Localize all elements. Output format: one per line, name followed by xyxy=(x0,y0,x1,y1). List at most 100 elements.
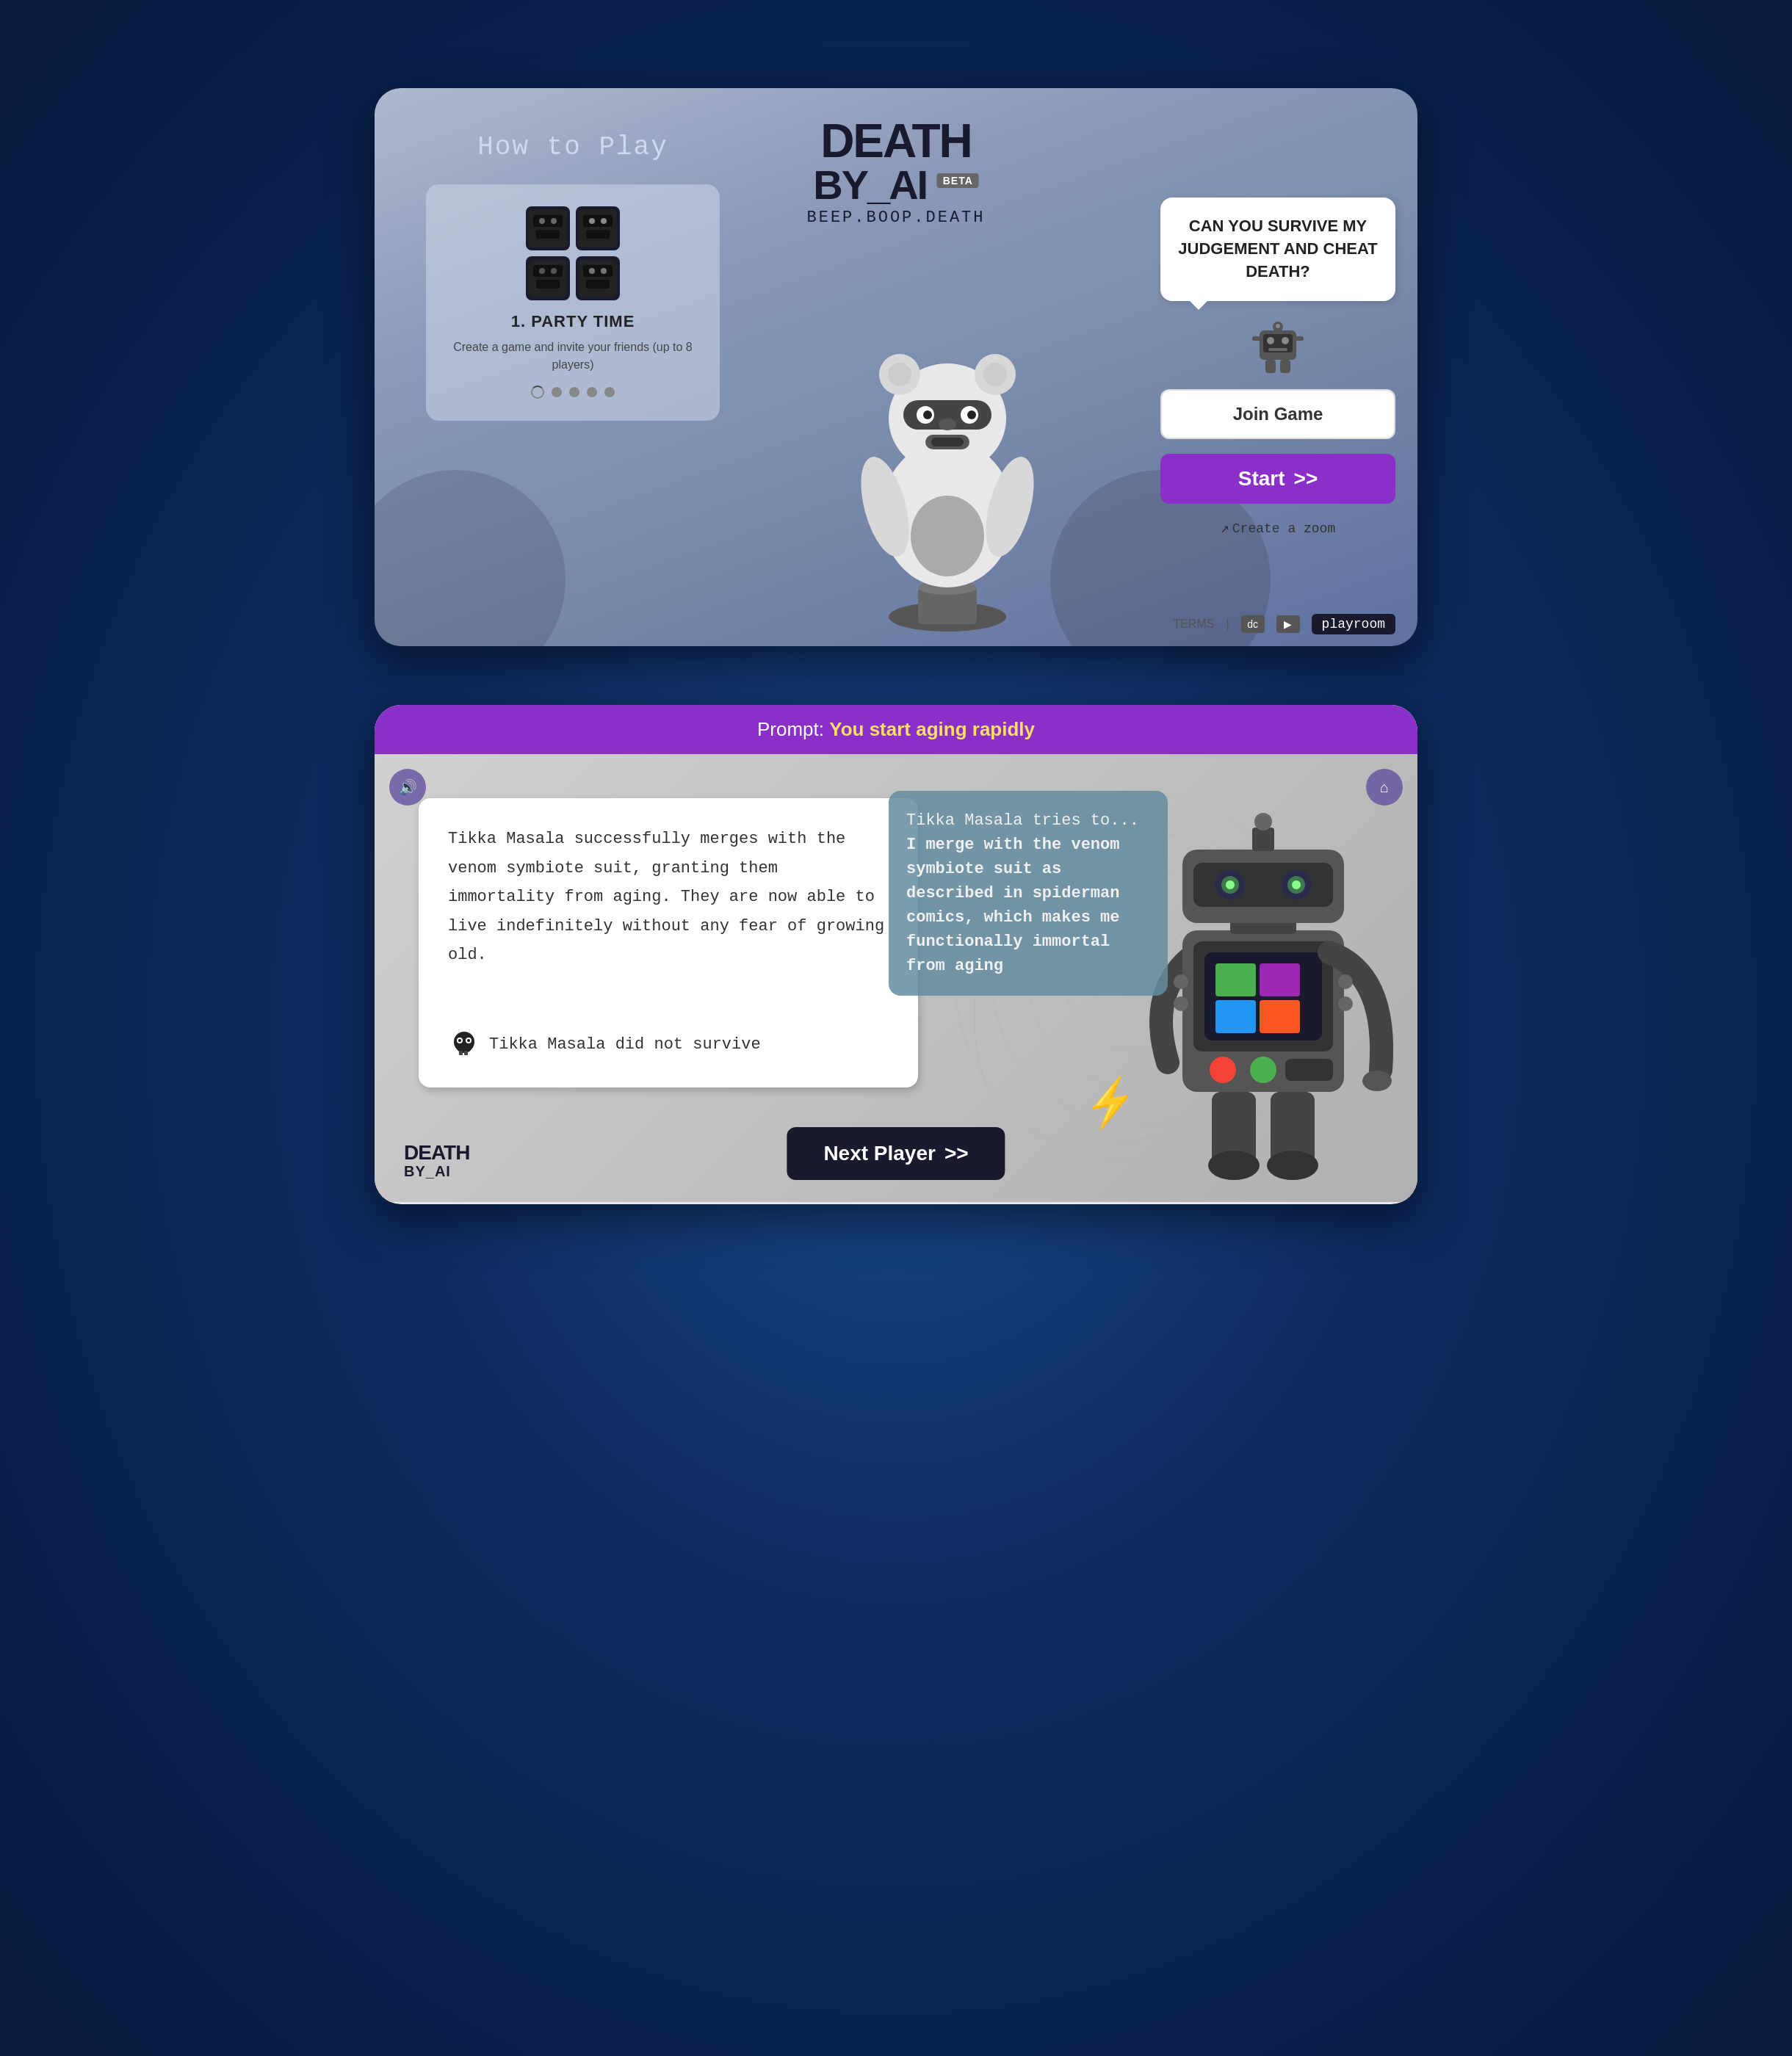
svg-rect-49 xyxy=(1280,360,1290,373)
ai-bubble-text: Tikka Masala tries to... I merge with th… xyxy=(906,808,1150,978)
svg-point-74 xyxy=(1250,1057,1276,1083)
svg-rect-11 xyxy=(533,265,563,277)
svg-point-73 xyxy=(1210,1057,1236,1083)
home-button[interactable]: ⌂ xyxy=(1366,769,1403,806)
join-game-button[interactable]: Join Game xyxy=(1160,389,1395,439)
dots-container xyxy=(531,386,615,399)
svg-point-8 xyxy=(589,218,595,224)
footer-terms[interactable]: TERMS xyxy=(1173,618,1214,631)
svg-rect-47 xyxy=(1295,336,1304,341)
svg-point-13 xyxy=(539,268,545,274)
svg-point-93 xyxy=(1174,996,1188,1011)
svg-rect-78 xyxy=(1252,828,1274,851)
svg-point-18 xyxy=(589,268,595,274)
ai-bubble-bold: I merge with the venom symbiote suit as … xyxy=(906,836,1119,975)
svg-point-43 xyxy=(1267,337,1274,344)
svg-point-94 xyxy=(1338,974,1353,989)
prompt-label: Prompt: You start aging rapidly xyxy=(757,718,1035,741)
svg-rect-6 xyxy=(583,215,613,227)
svg-point-36 xyxy=(923,410,932,419)
how-to-play-card: 1. PARTY TIME Create a game and invite y… xyxy=(426,184,720,421)
footer-separator: | xyxy=(1226,618,1229,631)
logo-by-ai: BY_AI BETA xyxy=(813,164,979,206)
logo-area: DEATH BY_AI BETA BEEP.BOOP.DEATH xyxy=(806,117,985,227)
svg-rect-2 xyxy=(536,230,560,239)
svg-rect-0 xyxy=(529,209,567,247)
svg-rect-39 xyxy=(931,438,964,446)
svg-rect-10 xyxy=(529,259,567,297)
party-time-label: 1. PARTY TIME xyxy=(511,312,635,331)
next-player-button[interactable]: Next Player >> xyxy=(787,1127,1005,1180)
logo-death: DEATH xyxy=(820,117,972,164)
death-result: Tikka Masala did not survive xyxy=(448,1029,889,1061)
svg-point-32 xyxy=(983,363,1007,386)
speech-bubble: CAN YOU SURVIVE MY JUDGEMENT AND CHEAT D… xyxy=(1160,198,1395,300)
svg-rect-72 xyxy=(1260,1000,1300,1033)
death-logo-line2: BY_AI xyxy=(404,1163,469,1180)
svg-rect-69 xyxy=(1215,963,1256,996)
beep-boop-text: BEEP.BOOP.DEATH xyxy=(806,209,985,227)
svg-point-9 xyxy=(601,218,607,224)
svg-point-40 xyxy=(939,419,956,430)
svg-point-37 xyxy=(967,410,976,419)
next-player-chevrons: >> xyxy=(944,1142,969,1165)
panel-2-header: Prompt: You start aging rapidly xyxy=(375,705,1417,754)
svg-point-85 xyxy=(1226,880,1235,889)
svg-point-44 xyxy=(1282,337,1289,344)
panel-2-body: 🔊 ⌂ Tikka Masala successfully merges wit… xyxy=(375,754,1417,1202)
panel-2: Prompt: You start aging rapidly 🔊 ⌂ xyxy=(375,705,1417,1204)
svg-rect-64 xyxy=(459,1051,463,1055)
dot-1 xyxy=(552,387,562,397)
svg-point-95 xyxy=(1338,996,1353,1011)
svg-rect-71 xyxy=(1215,1000,1256,1033)
char-icon-2 xyxy=(576,206,620,250)
panel-1-footer: TERMS | dc ▶ playroom xyxy=(1173,614,1395,634)
youtube-icon[interactable]: ▶ xyxy=(1276,615,1300,633)
how-to-play-title: How to Play xyxy=(477,132,668,162)
svg-rect-65 xyxy=(464,1051,468,1055)
svg-point-59 xyxy=(457,1043,472,1053)
svg-point-14 xyxy=(551,268,557,274)
panel-1: DEATH BY_AI BETA BEEP.BOOP.DEATH How to … xyxy=(375,88,1417,646)
char-icon-3 xyxy=(526,256,570,300)
start-chevrons: >> xyxy=(1294,467,1318,491)
skull-icon xyxy=(448,1029,480,1061)
dot-4 xyxy=(604,387,615,397)
lightning-decoration: ⚡ xyxy=(1079,1072,1142,1133)
svg-point-30 xyxy=(888,363,911,386)
ai-speech-bubble: Tikka Masala tries to... I merge with th… xyxy=(889,791,1168,996)
beta-badge: BETA xyxy=(937,173,979,188)
svg-rect-16 xyxy=(583,265,613,277)
svg-point-63 xyxy=(467,1039,470,1042)
char-icon-4 xyxy=(576,256,620,300)
sound-icon: 🔊 xyxy=(399,778,417,796)
start-button[interactable]: Start >> xyxy=(1160,454,1395,504)
result-text: Tikka Masala successfully merges with th… xyxy=(448,825,889,970)
discord-icon[interactable]: dc xyxy=(1241,615,1265,633)
death-label: Tikka Masala did not survive xyxy=(489,1035,761,1054)
prompt-value: You start aging rapidly xyxy=(829,718,1035,740)
svg-rect-1 xyxy=(533,215,563,227)
svg-point-26 xyxy=(911,496,984,576)
svg-point-91 xyxy=(1267,1151,1318,1180)
svg-rect-15 xyxy=(579,259,617,297)
main-character xyxy=(845,294,1065,646)
svg-rect-7 xyxy=(586,230,610,239)
svg-rect-46 xyxy=(1252,336,1261,341)
result-box: Tikka Masala successfully merges with th… xyxy=(419,798,918,1087)
svg-point-90 xyxy=(1208,1151,1260,1180)
character-grid xyxy=(526,206,620,300)
death-logo-line1: DEATH xyxy=(404,1143,469,1163)
speech-text: CAN YOU SURVIVE MY JUDGEMENT AND CHEAT D… xyxy=(1175,215,1381,283)
dot-3 xyxy=(587,387,597,397)
next-player-label: Next Player xyxy=(823,1142,936,1165)
create-zoom-link[interactable]: Create a zoom xyxy=(1221,518,1335,537)
svg-point-4 xyxy=(551,218,557,224)
right-game-section: CAN YOU SURVIVE MY JUDGEMENT AND CHEAT D… xyxy=(1138,88,1417,646)
svg-rect-5 xyxy=(579,209,617,247)
how-to-play-section: How to Play xyxy=(375,88,771,646)
death-logo-small: DEATH BY_AI xyxy=(404,1143,469,1180)
playroom-badge[interactable]: playroom xyxy=(1312,614,1395,634)
sound-button[interactable]: 🔊 xyxy=(389,769,426,806)
dot-2 xyxy=(569,387,579,397)
